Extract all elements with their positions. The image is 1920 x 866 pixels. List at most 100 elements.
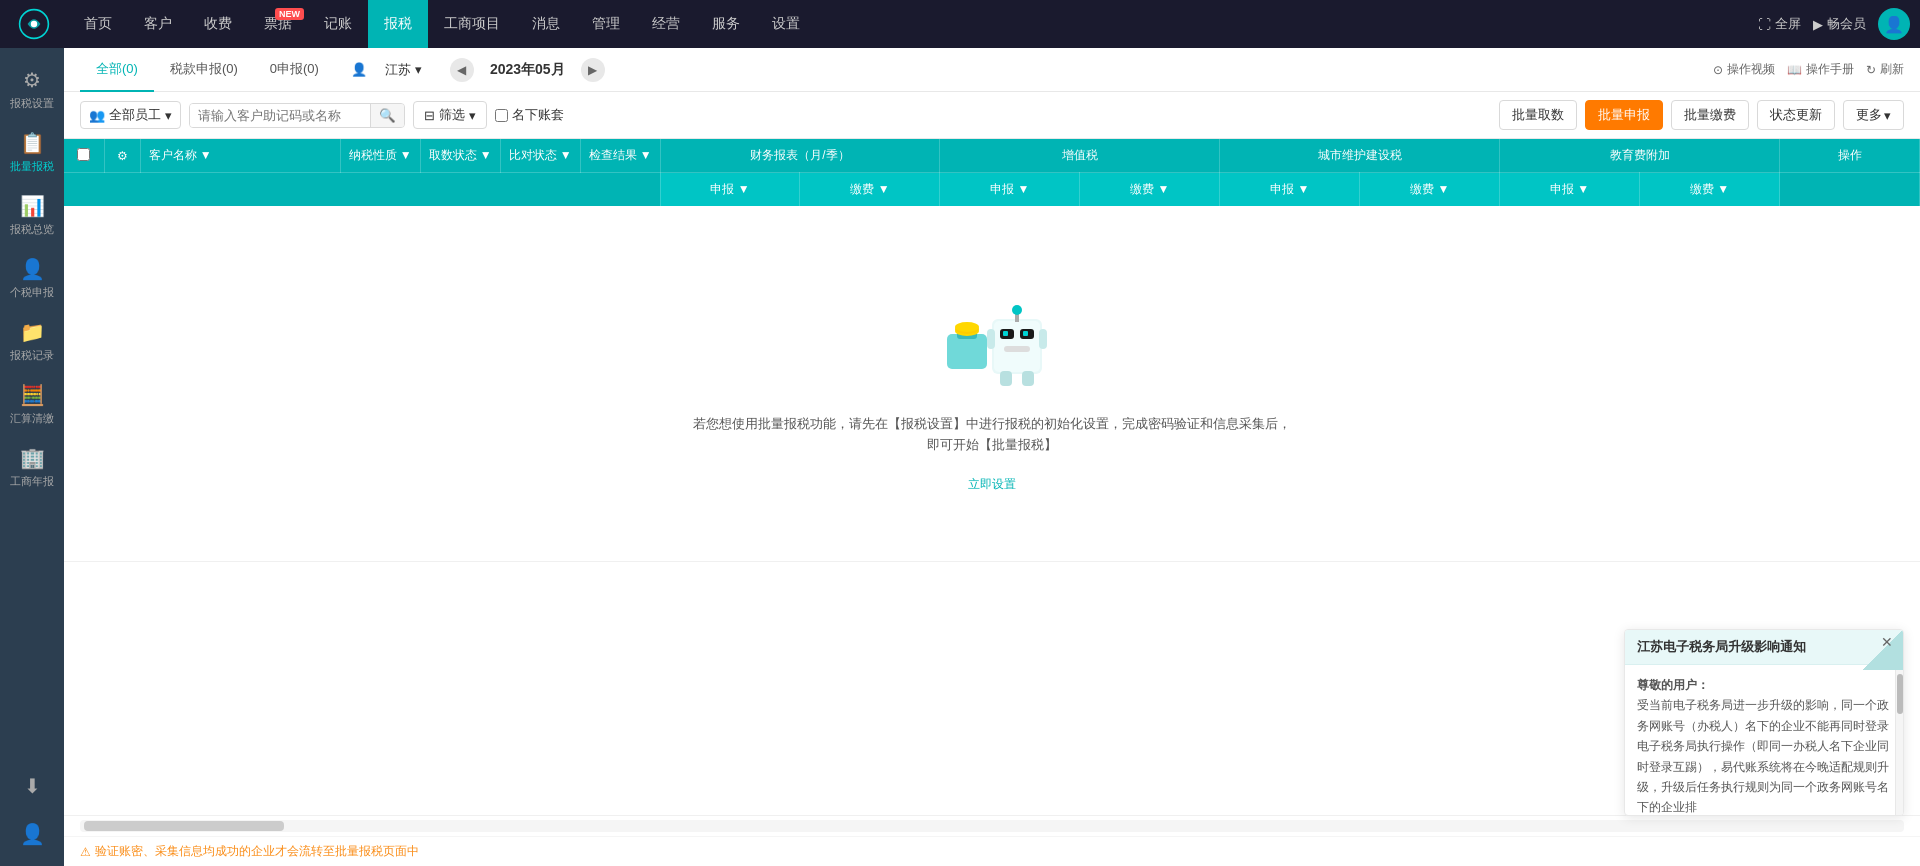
manual-btn[interactable]: 📖 操作手册 <box>1787 61 1854 78</box>
th-op-spacer <box>1780 173 1920 207</box>
filter-icon: ⊟ <box>424 108 435 123</box>
search-input[interactable] <box>190 104 370 127</box>
sidebar-item-tax-overview[interactable]: 📊 报税总览 <box>0 184 64 247</box>
download-icon: ⬇ <box>24 774 41 798</box>
robot-illustration <box>932 274 1052 394</box>
annual-report-icon: 🏢 <box>20 446 45 470</box>
video-tutorial-btn[interactable]: ⊙ 操作视频 <box>1713 61 1775 78</box>
th-checkbox <box>64 139 104 173</box>
svg-rect-2 <box>947 334 987 369</box>
svg-rect-19 <box>1022 371 1034 386</box>
nav-client[interactable]: 客户 <box>128 0 188 48</box>
scroll-thumb[interactable] <box>1897 674 1903 714</box>
th-check-result: 检查结果 ▼ <box>580 139 660 173</box>
nav-billing[interactable]: 收费 <box>188 0 248 48</box>
status-update-btn[interactable]: 状态更新 <box>1757 100 1835 130</box>
refresh-btn[interactable]: ↻ 刷新 <box>1866 61 1904 78</box>
th-tax-nature: 纳税性质 ▼ <box>340 139 420 173</box>
app-logo[interactable] <box>10 0 58 48</box>
tab-bar: 全部(0) 税款申报(0) 0申报(0) 👤 江苏 ▾ ◀ 2023年05月 ▶… <box>64 48 1920 92</box>
sidebar-item-tax-settings[interactable]: ⚙ 报税设置 <box>0 58 64 121</box>
nav-right-section: ⛶ 全屏 ▶ 畅会员 👤 <box>1758 8 1910 40</box>
under-account-checkbox[interactable]: 名下账套 <box>495 106 564 124</box>
th-city-tax: 城市维护建设税 <box>1220 139 1500 173</box>
top-navigation: 首页 客户 收费 票据 NEW 记账 报税 工商项目 消息 管理 经营 服务 设… <box>0 0 1920 48</box>
sidebar-bottom: ⬇ 👤 <box>0 764 64 856</box>
table-header-row-1: ⚙ 客户名称 ▼ 纳税性质 ▼ 取数状态 ▼ 比对状态 ▼ 检查结果 ▼ 财务报… <box>64 139 1920 173</box>
empty-state-cell: 若您想使用批量报税功能，请先在【报税设置】中进行报税的初始化设置，完成密码验证和… <box>64 206 1920 561</box>
chevron-down-icon: ▾ <box>1884 108 1891 123</box>
user-avatar[interactable]: 👤 <box>1878 8 1910 40</box>
vip-icon: ▶ <box>1813 17 1823 32</box>
notification-header: 江苏电子税务局升级影响通知 <box>1625 630 1903 665</box>
next-month-btn[interactable]: ▶ <box>581 58 605 82</box>
tab-right-actions: ⊙ 操作视频 📖 操作手册 ↻ 刷新 <box>1713 61 1904 78</box>
setup-link[interactable]: 立即设置 <box>968 476 1016 493</box>
select-all-checkbox[interactable] <box>77 148 90 161</box>
personal-tax-icon: 👤 <box>20 257 45 281</box>
chevron-down-icon: ▾ <box>165 108 172 123</box>
region-icon: 👤 <box>351 62 367 77</box>
search-button[interactable]: 🔍 <box>370 104 404 127</box>
th-edu-tax: 教育费附加 <box>1500 139 1780 173</box>
sidebar-download[interactable]: ⬇ <box>0 764 64 808</box>
sidebar-item-annual-settlement[interactable]: 🧮 汇算清缴 <box>0 373 64 436</box>
th-edu-payment: 缴费 ▼ <box>1640 173 1780 207</box>
th-vat-payment: 缴费 ▼ <box>1080 173 1220 207</box>
notification-close-btn[interactable]: ✕ <box>1881 634 1893 650</box>
sidebar-item-tax-record[interactable]: 📁 报税记录 <box>0 310 64 373</box>
tax-overview-icon: 📊 <box>20 194 45 218</box>
employee-select[interactable]: 👥 全部员工 ▾ <box>80 101 181 129</box>
sidebar-item-batch-tax[interactable]: 📋 批量报税 <box>0 121 64 184</box>
employee-icon: 👥 <box>89 108 105 123</box>
sidebar-user[interactable]: 👤 <box>0 812 64 856</box>
filter-button[interactable]: ⊟ 筛选 ▾ <box>413 101 487 129</box>
nav-management[interactable]: 管理 <box>576 0 636 48</box>
more-btn[interactable]: 更多 ▾ <box>1843 100 1904 130</box>
th-city-payment: 缴费 ▼ <box>1360 173 1500 207</box>
th-fetch-status: 取数状态 ▼ <box>420 139 500 173</box>
bottom-note-bar: ⚠ 验证账密、采集信息均成功的企业才会流转至批量报税页面中 <box>64 836 1920 866</box>
tab-all[interactable]: 全部(0) <box>80 48 154 92</box>
nav-service[interactable]: 服务 <box>696 0 756 48</box>
sidebar: ⚙ 报税设置 📋 批量报税 📊 报税总览 👤 个税申报 📁 报税记录 🧮 汇算清… <box>0 48 64 866</box>
th-city-declaration: 申报 ▼ <box>1220 173 1360 207</box>
th-gear: ⚙ <box>104 139 140 173</box>
search-box: 🔍 <box>189 103 405 128</box>
annual-settlement-icon: 🧮 <box>20 383 45 407</box>
fullscreen-icon: ⛶ <box>1758 17 1771 32</box>
prev-month-btn[interactable]: ◀ <box>450 58 474 82</box>
th-client-name: 客户名称 ▼ <box>140 139 340 173</box>
nav-home[interactable]: 首页 <box>68 0 128 48</box>
svg-rect-18 <box>1000 371 1012 386</box>
sidebar-item-personal-tax[interactable]: 👤 个税申报 <box>0 247 64 310</box>
nav-business[interactable]: 工商项目 <box>428 0 516 48</box>
new-badge: NEW <box>275 8 304 20</box>
batch-report-btn[interactable]: 批量申报 <box>1585 100 1663 130</box>
nav-settings[interactable]: 设置 <box>756 0 816 48</box>
th-compare-status: 比对状态 ▼ <box>500 139 580 173</box>
vip-btn[interactable]: ▶ 畅会员 <box>1813 15 1866 33</box>
nav-tax[interactable]: 报税 <box>368 0 428 48</box>
nav-accounting[interactable]: 记账 <box>308 0 368 48</box>
nav-invoice[interactable]: 票据 NEW <box>248 0 308 48</box>
fullscreen-btn[interactable]: ⛶ 全屏 <box>1758 15 1801 33</box>
svg-rect-17 <box>1039 329 1047 349</box>
nav-operation[interactable]: 经营 <box>636 0 696 48</box>
book-icon: 📖 <box>1787 63 1802 77</box>
batch-pay-btn[interactable]: 批量缴费 <box>1671 100 1749 130</box>
warning-icon: ⚠ <box>80 845 91 859</box>
tab-zero-declaration[interactable]: 0申报(0) <box>254 48 335 92</box>
nav-message[interactable]: 消息 <box>516 0 576 48</box>
notification-panel: ✕ 江苏电子税务局升级影响通知 尊敬的用户： 受当前电子税务局进一步升级的影响，… <box>1624 629 1904 816</box>
search-icon: 🔍 <box>379 108 396 123</box>
tab-tax-declaration[interactable]: 税款申报(0) <box>154 48 254 92</box>
region-selector[interactable]: 江苏 ▾ <box>373 61 434 79</box>
empty-state: 若您想使用批量报税功能，请先在【报税设置】中进行报税的初始化设置，完成密码验证和… <box>72 214 1912 553</box>
svg-point-15 <box>1012 305 1022 315</box>
checkbox-input[interactable] <box>495 109 508 122</box>
sidebar-item-annual-report[interactable]: 🏢 工商年报 <box>0 436 64 499</box>
th-vat-declaration: 申报 ▼ <box>940 173 1080 207</box>
batch-fetch-btn[interactable]: 批量取数 <box>1499 100 1577 130</box>
th-report-payment: 缴费 ▼ <box>800 173 940 207</box>
